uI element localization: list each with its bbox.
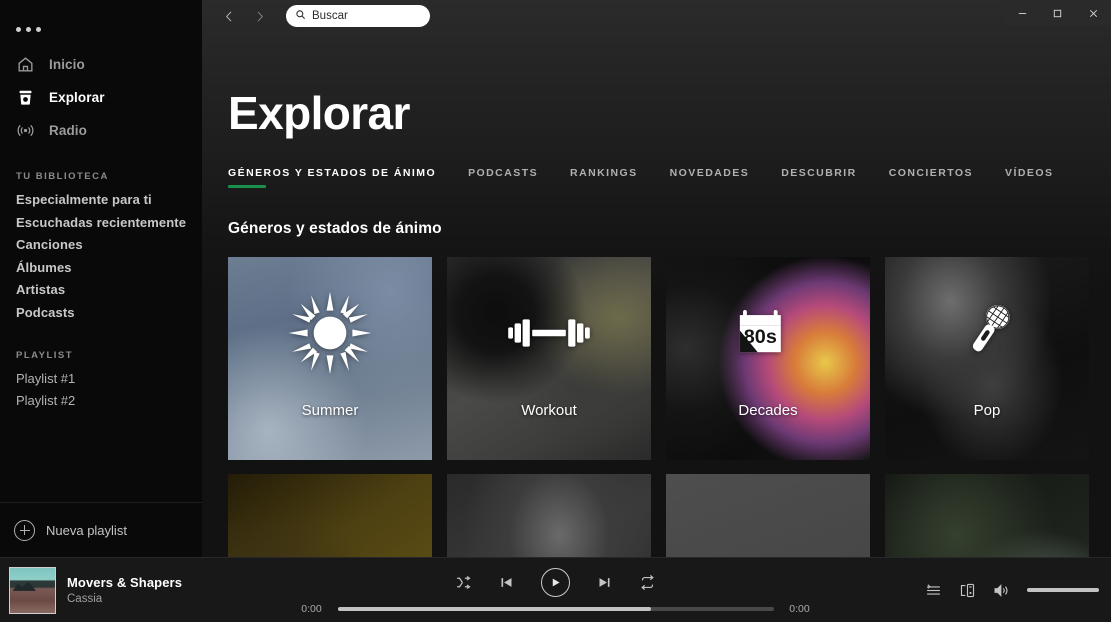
genre-card-summer[interactable]: Summer <box>228 257 432 460</box>
volume-fill <box>1027 588 1099 592</box>
track-info: Movers & Shapers Cassia <box>67 575 182 605</box>
album-art[interactable] <box>9 566 56 614</box>
queue-button[interactable] <box>925 582 942 599</box>
player-bar: Movers & Shapers Cassia 0:00 0:00 <box>0 557 1111 622</box>
radio-icon <box>14 120 36 142</box>
microphone-icon <box>950 296 1024 370</box>
dot-icon <box>26 26 31 32</box>
track-artist: Cassia <box>67 593 103 605</box>
genre-card-6[interactable] <box>447 474 651 557</box>
browse-icon <box>14 87 36 109</box>
genre-card-7[interactable] <box>666 474 870 557</box>
genre-card-5[interactable] <box>228 474 432 557</box>
plus-circle-icon <box>14 519 35 541</box>
shuffle-button[interactable] <box>455 574 472 591</box>
genre-card-label: Summer <box>301 402 359 419</box>
sun-icon <box>287 290 373 376</box>
sidebar: Inicio Explorar Radio TU BIBLIOTECA Espe… <box>0 0 202 557</box>
forward-button[interactable] <box>244 1 274 31</box>
main-content: Buscar Explorar GÉNEROS Y ESTADOS DE ÁNI… <box>202 0 1111 557</box>
dumbbell-icon <box>505 309 593 357</box>
sidebar-item-albumes[interactable]: Álbumes <box>0 257 202 280</box>
menu-dots-button[interactable] <box>0 0 202 44</box>
app-body: Inicio Explorar Radio TU BIBLIOTECA Espe… <box>0 0 1111 557</box>
minimize-button[interactable] <box>1005 0 1040 26</box>
sidebar-item-label: Radio <box>49 123 88 138</box>
track-title: Movers & Shapers <box>67 575 183 590</box>
primary-nav: Inicio Explorar Radio <box>0 44 202 147</box>
genre-card-grid: Summer Workout 80s Decades Pop <box>228 257 1089 557</box>
total-time: 0:00 <box>789 603 810 615</box>
tab-generos-y-estados-de-animo[interactable]: GÉNEROS Y ESTADOS DE ÁNIMO <box>228 167 436 188</box>
close-button[interactable] <box>1076 0 1111 26</box>
devices-button[interactable] <box>959 582 976 599</box>
volume-slider[interactable] <box>1027 588 1099 592</box>
section-title: Géneros y estados de ánimo <box>228 220 442 237</box>
volume-icon[interactable] <box>993 582 1010 599</box>
tab-novedades[interactable]: NOVEDADES <box>670 167 750 188</box>
sidebar-item-radio[interactable]: Radio <box>0 114 202 147</box>
sidebar-playlist-1[interactable]: Playlist #1 <box>0 368 202 390</box>
sidebar-item-inicio[interactable]: Inicio <box>0 48 202 81</box>
spotify-window: Inicio Explorar Radio TU BIBLIOTECA Espe… <box>0 0 1111 622</box>
tab-descubrir[interactable]: DESCUBRIR <box>781 167 856 188</box>
next-button[interactable] <box>597 575 612 590</box>
elapsed-time: 0:00 <box>301 603 322 615</box>
sidebar-playlist-2[interactable]: Playlist #2 <box>0 390 202 412</box>
play-button[interactable] <box>541 568 570 597</box>
svg-text:80s: 80s <box>744 326 777 348</box>
genre-card-pop[interactable]: Pop <box>885 257 1089 460</box>
new-playlist-label: Nueva playlist <box>46 522 127 538</box>
genre-card-8[interactable] <box>885 474 1089 557</box>
genre-card-workout[interactable]: Workout <box>447 257 651 460</box>
tab-conciertos[interactable]: CONCIERTOS <box>889 167 973 188</box>
sidebar-item-especialmente-para-ti[interactable]: Especialmente para ti <box>0 189 202 212</box>
search-input[interactable]: Buscar <box>286 5 430 27</box>
tab-rankings[interactable]: RANKINGS <box>570 167 638 188</box>
top-bar: Buscar <box>202 0 1111 32</box>
playlist-heading: PLAYLIST <box>16 350 74 361</box>
sidebar-item-explorar[interactable]: Explorar <box>0 81 202 114</box>
sidebar-item-podcasts[interactable]: Podcasts <box>0 302 202 325</box>
progress-bar[interactable] <box>337 607 774 611</box>
sidebar-item-label: Explorar <box>49 90 105 105</box>
maximize-button[interactable] <box>1040 0 1075 26</box>
repeat-button[interactable] <box>639 574 656 591</box>
playback-controls <box>296 566 816 599</box>
tab-videos[interactable]: VÍDEOS <box>1005 167 1053 188</box>
sidebar-item-escuchadas-recientemente[interactable]: Escuchadas recientemente <box>0 212 202 235</box>
library-section: TU BIBLIOTECA Especialmente para ti Escu… <box>0 171 202 324</box>
dot-icon <box>36 26 41 32</box>
tab-podcasts[interactable]: PODCASTS <box>468 167 538 188</box>
now-playing: Movers & Shapers Cassia <box>0 566 300 614</box>
progress-row: 0:00 0:00 <box>296 603 816 615</box>
genre-card-label: Workout <box>521 402 577 419</box>
genre-card-decades[interactable]: 80s Decades <box>666 257 870 460</box>
page-container: Explorar GÉNEROS Y ESTADOS DE ÁNIMO PODC… <box>202 90 1111 557</box>
window-controls <box>1005 0 1111 26</box>
tab-bar: GÉNEROS Y ESTADOS DE ÁNIMO PODCASTS RANK… <box>228 167 1089 188</box>
search-icon <box>295 9 306 23</box>
genre-card-label: Decades <box>738 402 798 419</box>
back-button[interactable] <box>214 1 244 31</box>
calendar-80s-icon: 80s <box>736 301 800 365</box>
progress-fill <box>337 607 652 611</box>
genre-card-label: Pop <box>973 402 1001 419</box>
playlist-section: PLAYLIST Playlist #1 Playlist #2 <box>0 350 202 412</box>
search-text: Buscar <box>312 10 348 22</box>
library-heading: TU BIBLIOTECA <box>16 171 109 182</box>
player-right-controls <box>925 582 1099 599</box>
sidebar-item-label: Inicio <box>49 57 85 72</box>
new-playlist-button[interactable]: Nueva playlist <box>0 502 202 557</box>
previous-button[interactable] <box>499 575 514 590</box>
page-title: Explorar <box>228 87 410 139</box>
player-center: 0:00 0:00 <box>296 566 816 615</box>
home-icon <box>14 54 36 76</box>
sidebar-item-canciones[interactable]: Canciones <box>0 234 202 257</box>
dot-icon <box>16 26 21 32</box>
sidebar-item-artistas[interactable]: Artistas <box>0 279 202 302</box>
